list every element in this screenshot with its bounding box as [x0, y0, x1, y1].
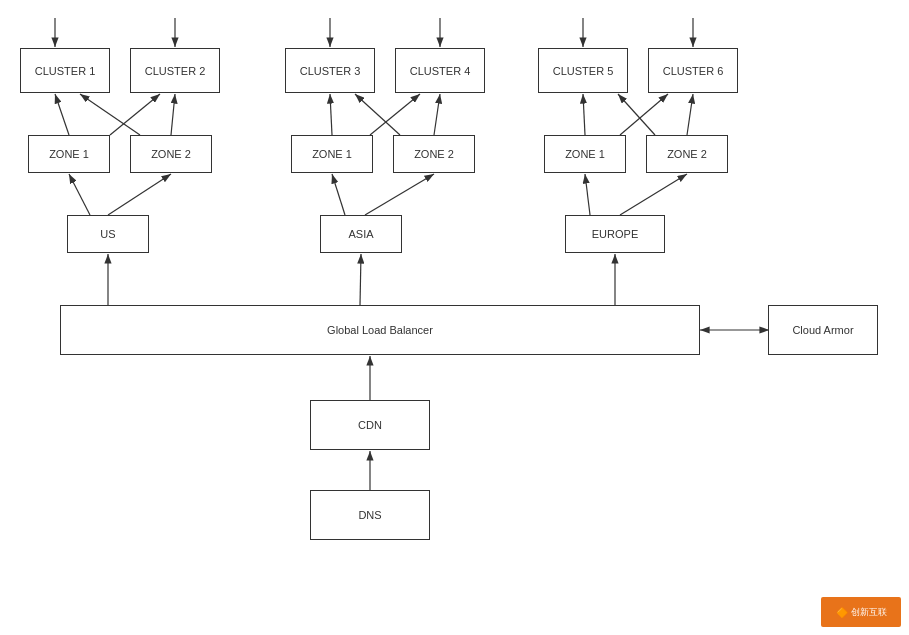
svg-line-14: [370, 94, 420, 135]
glb-box: Global Load Balancer: [60, 305, 700, 355]
svg-line-24: [585, 174, 590, 215]
cluster3-label: CLUSTER 3: [300, 65, 361, 77]
cluster5-label: CLUSTER 5: [553, 65, 614, 77]
cluster4-label: CLUSTER 4: [410, 65, 471, 77]
zone2-asia-label: ZONE 2: [414, 148, 454, 160]
zone2-us-label: ZONE 2: [151, 148, 191, 160]
zone1-asia-box: ZONE 1: [291, 135, 373, 173]
zone1-eu-label: ZONE 1: [565, 148, 605, 160]
svg-line-10: [110, 94, 160, 135]
svg-line-19: [618, 94, 655, 135]
svg-line-8: [55, 94, 69, 135]
svg-line-20: [69, 174, 90, 215]
svg-line-18: [620, 94, 668, 135]
cloud-armor-box: Cloud Armor: [768, 305, 878, 355]
svg-line-13: [434, 94, 440, 135]
svg-line-12: [330, 94, 332, 135]
svg-line-16: [583, 94, 585, 135]
dns-label: DNS: [358, 509, 381, 521]
watermark-icon: 🔶: [836, 607, 848, 618]
svg-line-27: [360, 254, 361, 305]
asia-label: ASIA: [348, 228, 373, 240]
cluster3-box: CLUSTER 3: [285, 48, 375, 93]
svg-line-9: [171, 94, 175, 135]
dns-box: DNS: [310, 490, 430, 540]
svg-line-15: [355, 94, 400, 135]
cluster2-box: CLUSTER 2: [130, 48, 220, 93]
zone1-us-box: ZONE 1: [28, 135, 110, 173]
zone1-us-label: ZONE 1: [49, 148, 89, 160]
cdn-box: CDN: [310, 400, 430, 450]
cloud-armor-label: Cloud Armor: [792, 324, 853, 336]
cluster1-label: CLUSTER 1: [35, 65, 96, 77]
svg-line-21: [108, 174, 171, 215]
svg-line-23: [365, 174, 434, 215]
svg-line-25: [620, 174, 687, 215]
cluster6-box: CLUSTER 6: [648, 48, 738, 93]
cluster2-label: CLUSTER 2: [145, 65, 206, 77]
watermark: 🔶 创新互联: [821, 597, 901, 627]
cluster6-label: CLUSTER 6: [663, 65, 724, 77]
zone2-asia-box: ZONE 2: [393, 135, 475, 173]
diagram: CLUSTER 1 CLUSTER 2 CLUSTER 3 CLUSTER 4 …: [0, 0, 909, 635]
zone2-us-box: ZONE 2: [130, 135, 212, 173]
zone2-eu-label: ZONE 2: [667, 148, 707, 160]
cdn-label: CDN: [358, 419, 382, 431]
zone1-eu-box: ZONE 1: [544, 135, 626, 173]
svg-line-22: [332, 174, 345, 215]
watermark-text: 创新互联: [851, 606, 887, 619]
europe-box: EUROPE: [565, 215, 665, 253]
asia-box: ASIA: [320, 215, 402, 253]
europe-label: EUROPE: [592, 228, 638, 240]
cluster4-box: CLUSTER 4: [395, 48, 485, 93]
cluster5-box: CLUSTER 5: [538, 48, 628, 93]
glb-label: Global Load Balancer: [327, 324, 433, 336]
svg-line-11: [80, 94, 140, 135]
us-label: US: [100, 228, 115, 240]
cluster1-box: CLUSTER 1: [20, 48, 110, 93]
zone2-eu-box: ZONE 2: [646, 135, 728, 173]
us-box: US: [67, 215, 149, 253]
zone1-asia-label: ZONE 1: [312, 148, 352, 160]
svg-line-17: [687, 94, 693, 135]
